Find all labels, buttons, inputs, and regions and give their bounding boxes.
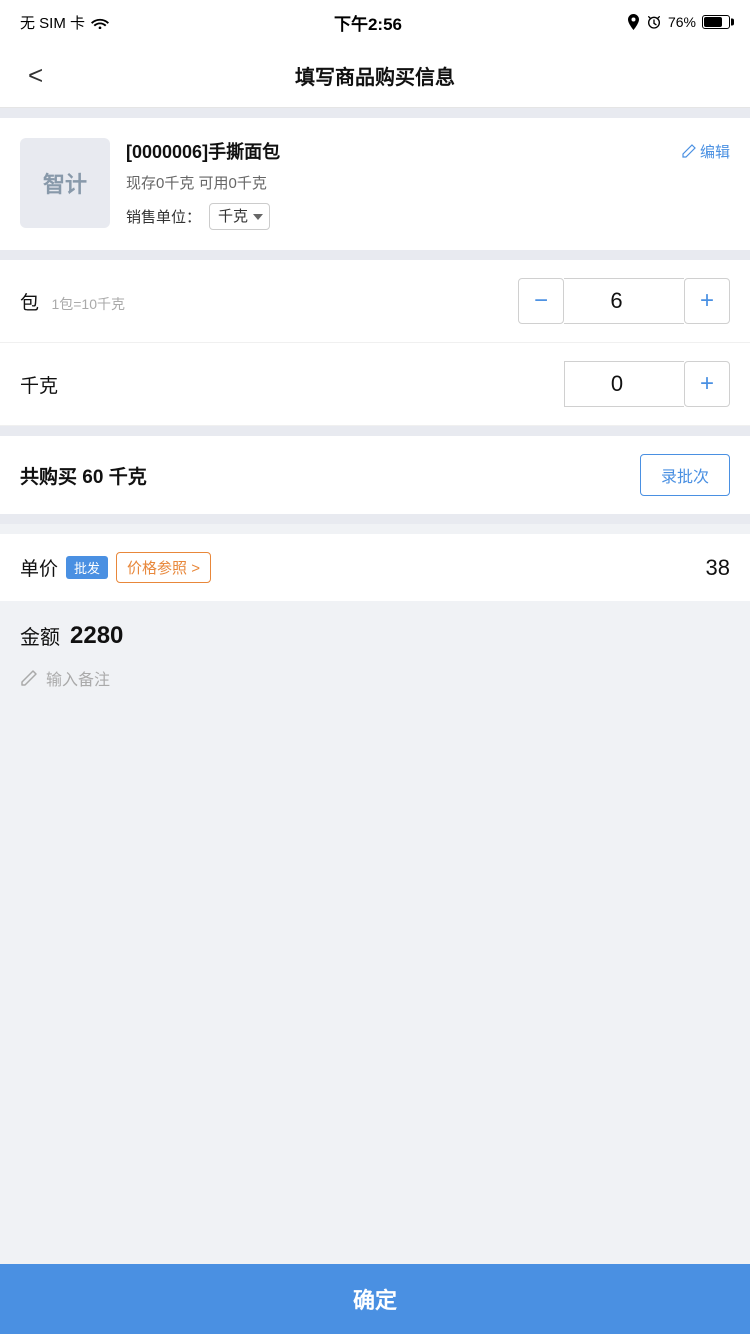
edit-icon [682, 144, 696, 158]
status-left: 无 SIM 卡 [20, 12, 109, 33]
kg-quantity-row: 千克 + [0, 343, 750, 426]
status-right: 76% [627, 14, 730, 30]
kg-qty-control: + [564, 361, 730, 407]
wifi-icon [91, 15, 109, 29]
mid-divider-2 [0, 426, 750, 436]
bag-label: 包 [20, 293, 39, 314]
kg-label-group: 千克 [20, 371, 58, 398]
product-info: [0000006]手撕面包 编辑 现存0千克 可用0千克 销售单位： 千克 包 [126, 138, 730, 230]
battery-icon [702, 15, 730, 29]
page-title: 填写商品购买信息 [295, 61, 455, 90]
kg-plus-button[interactable]: + [684, 361, 730, 407]
batch-button[interactable]: 录批次 [640, 454, 730, 496]
price-label: 单价 [20, 554, 58, 581]
amount-value: 2280 [70, 622, 123, 650]
bag-qty-input[interactable] [564, 278, 684, 324]
amount-label: 金额 [20, 621, 60, 650]
remark-placeholder: 输入备注 [46, 666, 110, 690]
amount-row: 金额 2280 [20, 621, 730, 650]
product-card: 智计 [0000006]手撕面包 编辑 现存0千克 可用0千克 销售单位： 千克… [0, 118, 750, 250]
summary-text: 共购买 60 千克 [20, 462, 147, 489]
mid-divider-1 [0, 250, 750, 260]
bag-plus-button[interactable]: + [684, 278, 730, 324]
top-divider [0, 108, 750, 118]
unit-label: 销售单位： [126, 206, 201, 227]
summary-row: 共购买 60 千克 录批次 [0, 436, 750, 514]
mid-divider-3 [0, 514, 750, 524]
carrier-label: 无 SIM 卡 [20, 12, 85, 33]
bag-hint: 1包=10千克 [51, 296, 125, 312]
remark-row[interactable]: 输入备注 [20, 666, 730, 710]
bag-label-group: 包 1包=10千克 [20, 288, 125, 315]
battery-percentage: 76% [668, 14, 696, 30]
edit-button[interactable]: 编辑 [682, 141, 730, 162]
kg-qty-input[interactable] [564, 361, 684, 407]
status-bar: 无 SIM 卡 下午2:56 76% [0, 0, 750, 44]
price-label-group: 单价 批发 价格参照 > [20, 552, 211, 583]
bag-minus-button[interactable]: − [518, 278, 564, 324]
confirm-button[interactable]: 确定 [0, 1264, 750, 1334]
price-ref-button[interactable]: 价格参照 > [116, 552, 211, 583]
unit-select[interactable]: 千克 包 [209, 203, 270, 230]
bag-qty-control: − + [518, 278, 730, 324]
time-display: 下午2:56 [334, 10, 402, 35]
pencil-icon [20, 669, 38, 687]
bag-quantity-row: 包 1包=10千克 − + [0, 260, 750, 343]
nav-bar: < 填写商品购买信息 [0, 44, 750, 108]
alarm-icon [646, 14, 662, 30]
amount-section: 金额 2280 输入备注 [0, 601, 750, 710]
price-tag: 批发 [66, 556, 108, 579]
location-icon [627, 14, 640, 30]
product-title-row: [0000006]手撕面包 编辑 [126, 138, 730, 164]
product-stock: 现存0千克 可用0千克 [126, 172, 730, 193]
product-unit-row: 销售单位： 千克 包 [126, 203, 730, 230]
product-thumbnail: 智计 [20, 138, 110, 228]
product-name: [0000006]手撕面包 [126, 138, 280, 164]
empty-space [0, 710, 750, 1264]
price-value: 38 [706, 555, 730, 581]
product-logo: 智计 [43, 167, 87, 199]
back-button[interactable]: < [20, 52, 51, 99]
price-section: 单价 批发 价格参照 > 38 [0, 534, 750, 601]
kg-label: 千克 [20, 376, 58, 397]
